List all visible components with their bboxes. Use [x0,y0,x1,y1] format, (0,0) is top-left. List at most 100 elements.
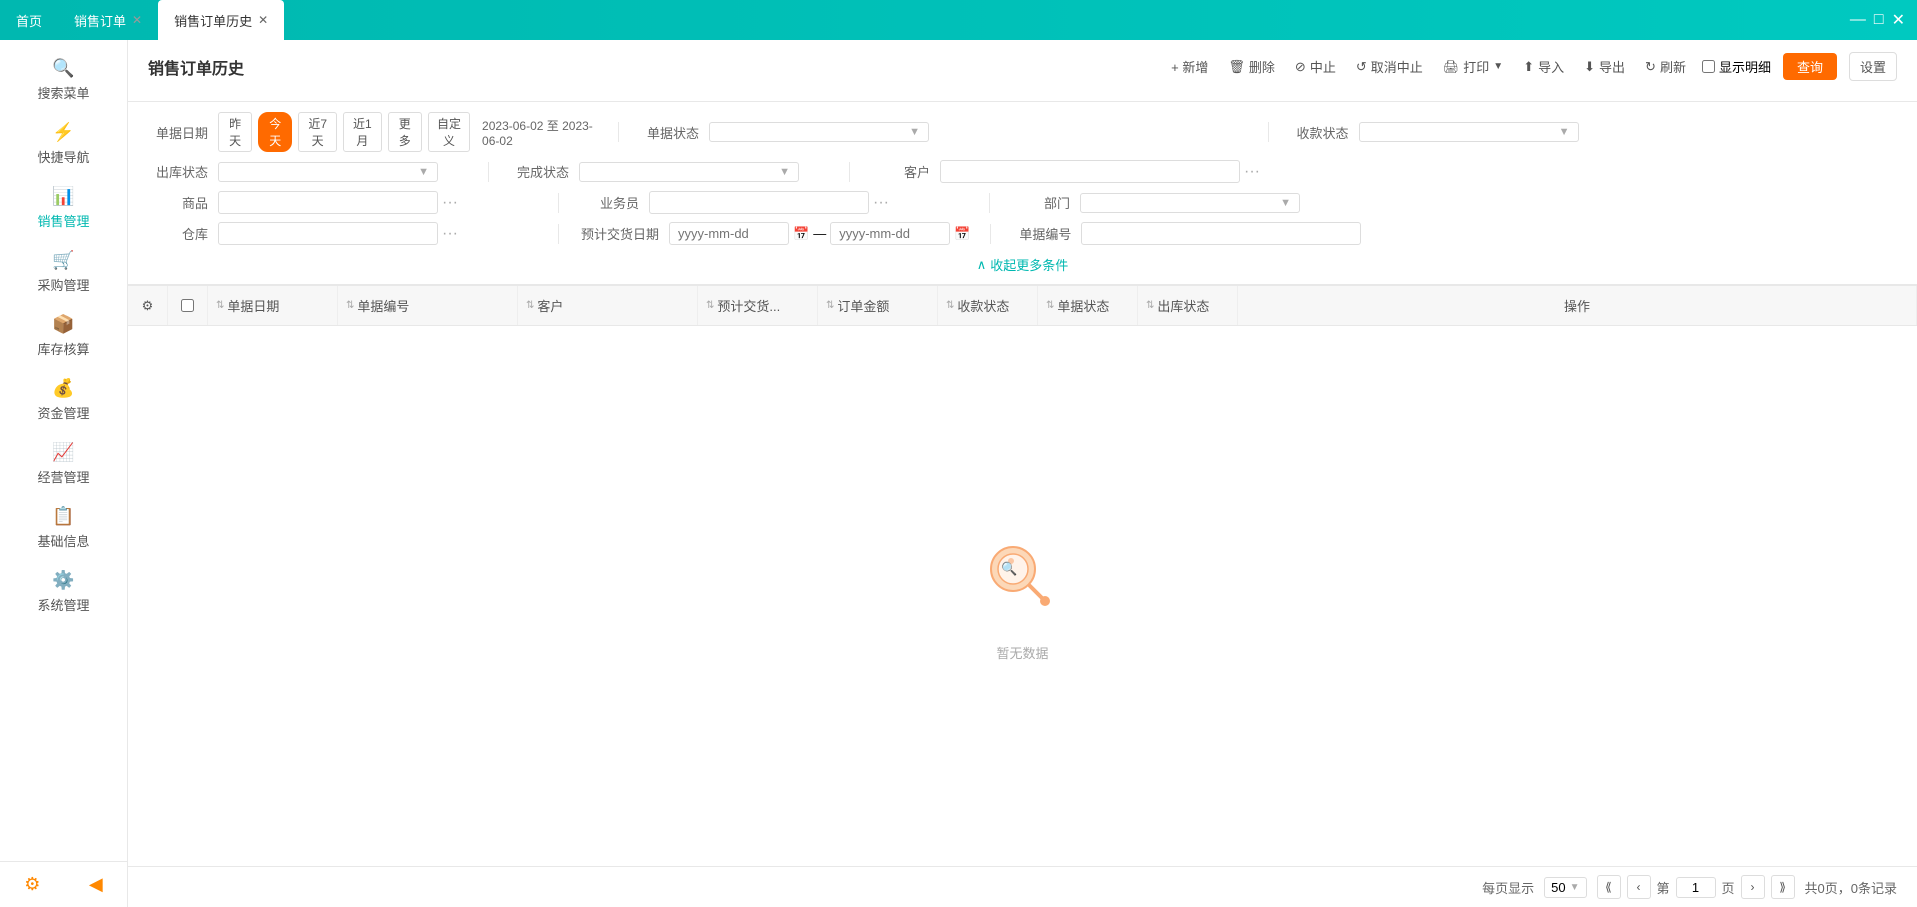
order-status-select[interactable]: ▼ [709,122,929,142]
sidebar-item-sales-mgmt[interactable]: 📊 销售管理 [0,176,127,240]
date-filter-content: 昨天 今天 近7天 近1月 更多 自定义 2023-06-02 至 2023-0… [218,112,598,152]
sort-icon-receipt: ⇅ [946,300,954,311]
display-detail-checkbox[interactable] [1702,60,1715,73]
sidebar-item-quick-nav-label: 快捷导航 [37,147,89,166]
goods-label: 商品 [148,193,218,212]
last7-btn[interactable]: 近7天 [298,112,337,152]
per-page-value: 50 [1551,880,1565,895]
pagination: ⟪ ‹ 第 页 › ⟫ [1597,875,1795,899]
delivery-date-start-icon[interactable]: 📅 [793,226,809,242]
order-number-input[interactable] [1081,222,1361,245]
sidebar-item-funds-mgmt[interactable]: 💰 资金管理 [0,368,127,432]
select-all-checkbox[interactable] [181,299,194,312]
delete-button-label: 删除 [1249,57,1275,76]
tab-sales-order-close[interactable]: ✕ [132,13,142,27]
sidebar-item-quick-nav[interactable]: ⚡ 快捷导航 [0,112,127,176]
today-btn[interactable]: 今天 [258,112,292,152]
more-btn[interactable]: 更多 [388,112,422,152]
department-select[interactable]: ▼ [1080,193,1300,213]
tab-home[interactable]: 首页 [0,0,58,40]
date-range-dash: — [813,226,826,241]
goods-dots-icon[interactable]: ··· [442,194,458,212]
tab-sales-order-history-close[interactable]: ✕ [258,13,268,27]
refresh-button-label: 刷新 [1660,57,1686,76]
outbound-status-select[interactable]: ▼ [218,162,438,182]
sidebar-item-operations-mgmt-label: 经营管理 [37,467,89,486]
filter-row-1: 单据日期 昨天 今天 近7天 近1月 更多 自定义 2023-06-02 至 2… [148,112,1897,152]
query-button[interactable]: 查询 [1783,53,1837,80]
settings-button[interactable]: 设置 [1849,52,1897,81]
new-button[interactable]: + 新增 [1167,55,1212,78]
sidebar-item-system-mgmt[interactable]: ⚙️ 系统管理 [0,560,127,624]
tab-sales-order[interactable]: 销售订单 ✕ [58,0,158,40]
sort-icon-order: ⇅ [1046,300,1054,311]
col-settings[interactable]: ⚙ [128,286,168,325]
sidebar-item-funds-mgmt-label: 资金管理 [37,403,89,422]
sidebar-item-search-menu[interactable]: 🔍 搜索菜单 [0,48,127,112]
last-page-button[interactable]: ⟫ [1771,875,1795,899]
per-page-arrow-icon: ▼ [1570,882,1580,893]
empty-illustration: 🔍 [973,531,1073,631]
collapse-up-icon: ∧ [977,257,987,273]
sidebar-item-inventory-check[interactable]: 📦 库存核算 [0,304,127,368]
main-layout: 🔍 搜索菜单 ⚡ 快捷导航 📊 销售管理 🛒 采购管理 📦 库存核算 💰 资金管… [0,40,1917,907]
collapse-button[interactable]: ∧ 收起更多条件 [977,255,1069,274]
delivery-date-start[interactable] [669,222,789,245]
col-outbound: ⇅ 出库状态 [1138,286,1238,325]
refresh-button[interactable]: ↻ 刷新 [1641,55,1690,78]
custom-btn[interactable]: 自定义 [428,112,470,152]
sort-icon-customer: ⇅ [526,300,534,311]
page-input[interactable] [1676,877,1716,898]
receipt-status-filter: ▼ [1359,122,1898,142]
warehouse-label: 仓库 [148,224,218,243]
sidebar: 🔍 搜索菜单 ⚡ 快捷导航 📊 销售管理 🛒 采购管理 📦 库存核算 💰 资金管… [0,40,128,907]
settings-button-label: 设置 [1860,57,1886,76]
goods-input[interactable] [218,191,438,214]
sidebar-settings-icon[interactable]: ⚙ [24,874,40,895]
warehouse-dots-icon[interactable]: ··· [442,225,458,243]
department-filter: ▼ [1080,193,1897,213]
prev-page-button[interactable]: ‹ [1627,875,1651,899]
stop-button[interactable]: ⊘ 中止 [1291,55,1340,78]
first-page-button[interactable]: ⟪ [1597,875,1621,899]
date-range: 2023-06-02 至 2023-06-02 [482,117,598,148]
import-icon: ⬆ [1523,59,1534,75]
col-number: ⇅ 单据编号 [338,286,518,325]
page-suffix: 页 [1722,878,1735,897]
customer-dots-icon[interactable]: ··· [1244,163,1260,181]
import-button[interactable]: ⬆ 导入 [1519,55,1568,78]
delivery-date-end[interactable] [830,222,950,245]
per-page-select[interactable]: 50 ▼ [1544,877,1586,898]
print-icon: 🖨 [1443,59,1460,75]
customer-input[interactable] [940,160,1240,183]
sidebar-item-purchase-mgmt[interactable]: 🛒 采购管理 [0,240,127,304]
sidebar-item-operations-mgmt[interactable]: 📈 经营管理 [0,432,127,496]
goods-filter: ··· [218,191,538,214]
completion-status-select[interactable]: ▼ [579,162,799,182]
warehouse-input[interactable] [218,222,438,245]
restore-button[interactable]: □ [1874,11,1884,29]
close-button[interactable]: ✕ [1892,10,1905,30]
salesperson-dots-icon[interactable]: ··· [873,194,889,212]
col-outbound-label: 出库状态 [1157,296,1209,315]
receipt-status-select[interactable]: ▼ [1359,122,1579,142]
sidebar-item-basic-info[interactable]: 📋 基础信息 [0,496,127,560]
cancel-stop-button[interactable]: ↺ 取消中止 [1352,55,1427,78]
last1m-btn[interactable]: 近1月 [343,112,382,152]
delivery-date-end-icon[interactable]: 📅 [954,226,970,242]
minimize-button[interactable]: — [1850,11,1866,29]
export-button[interactable]: ⬇ 导出 [1580,55,1629,78]
order-number-label: 单据编号 [1011,224,1081,243]
divider7 [558,224,559,244]
stop-button-label: 中止 [1310,57,1336,76]
sort-icon: ⇅ [216,300,224,311]
print-button[interactable]: 🖨 打印 ▼ [1439,55,1507,78]
outbound-status-filter: ▼ [218,162,468,182]
sidebar-collapse-icon[interactable]: ◀ [89,874,103,895]
tab-sales-order-history[interactable]: 销售订单历史 ✕ [158,0,284,40]
table-header: ⚙ ⇅ 单据日期 ⇅ 单据编号 ⇅ 客户 ⇅ [128,285,1917,326]
yesterday-btn[interactable]: 昨天 [218,112,252,152]
next-page-button[interactable]: › [1741,875,1765,899]
delete-button[interactable]: 🗑 删除 [1224,55,1279,78]
salesperson-input[interactable] [649,191,869,214]
